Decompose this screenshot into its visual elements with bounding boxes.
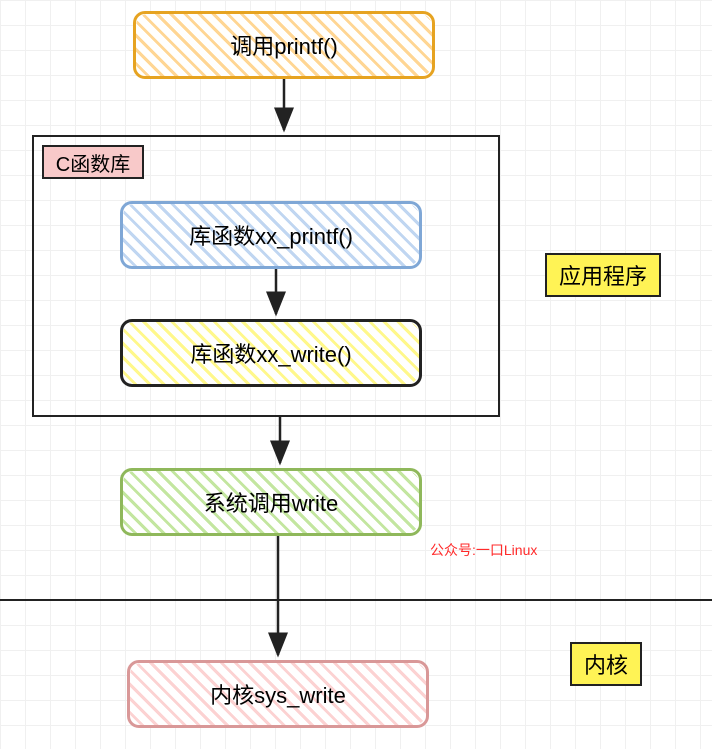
node-syscall-write: 系统调用write [120, 468, 422, 536]
node-printf: 调用printf() [133, 11, 435, 79]
layer-divider [0, 599, 712, 601]
layer-app-text: 应用程序 [559, 259, 647, 291]
layer-kernel-text: 内核 [584, 648, 628, 680]
node-xx-write-label: 库函数xx_write() [190, 337, 351, 369]
container-clib-title: C函数库 [42, 145, 144, 179]
node-sys-write: 内核sys_write [127, 660, 429, 728]
node-sys-write-label: 内核sys_write [210, 678, 346, 710]
node-syscall-write-label: 系统调用write [204, 486, 338, 518]
node-xx-printf-label: 库函数xx_printf() [189, 219, 353, 251]
node-printf-label: 调用printf() [230, 29, 338, 61]
watermark: 公众号:一口Linux [430, 540, 537, 560]
node-xx-write: 库函数xx_write() [120, 319, 422, 387]
node-xx-printf: 库函数xx_printf() [120, 201, 422, 269]
container-clib-title-text: C函数库 [56, 148, 130, 177]
layer-kernel-label: 内核 [570, 642, 642, 686]
layer-app-label: 应用程序 [545, 253, 661, 297]
watermark-text: 公众号:一口Linux [430, 542, 537, 558]
